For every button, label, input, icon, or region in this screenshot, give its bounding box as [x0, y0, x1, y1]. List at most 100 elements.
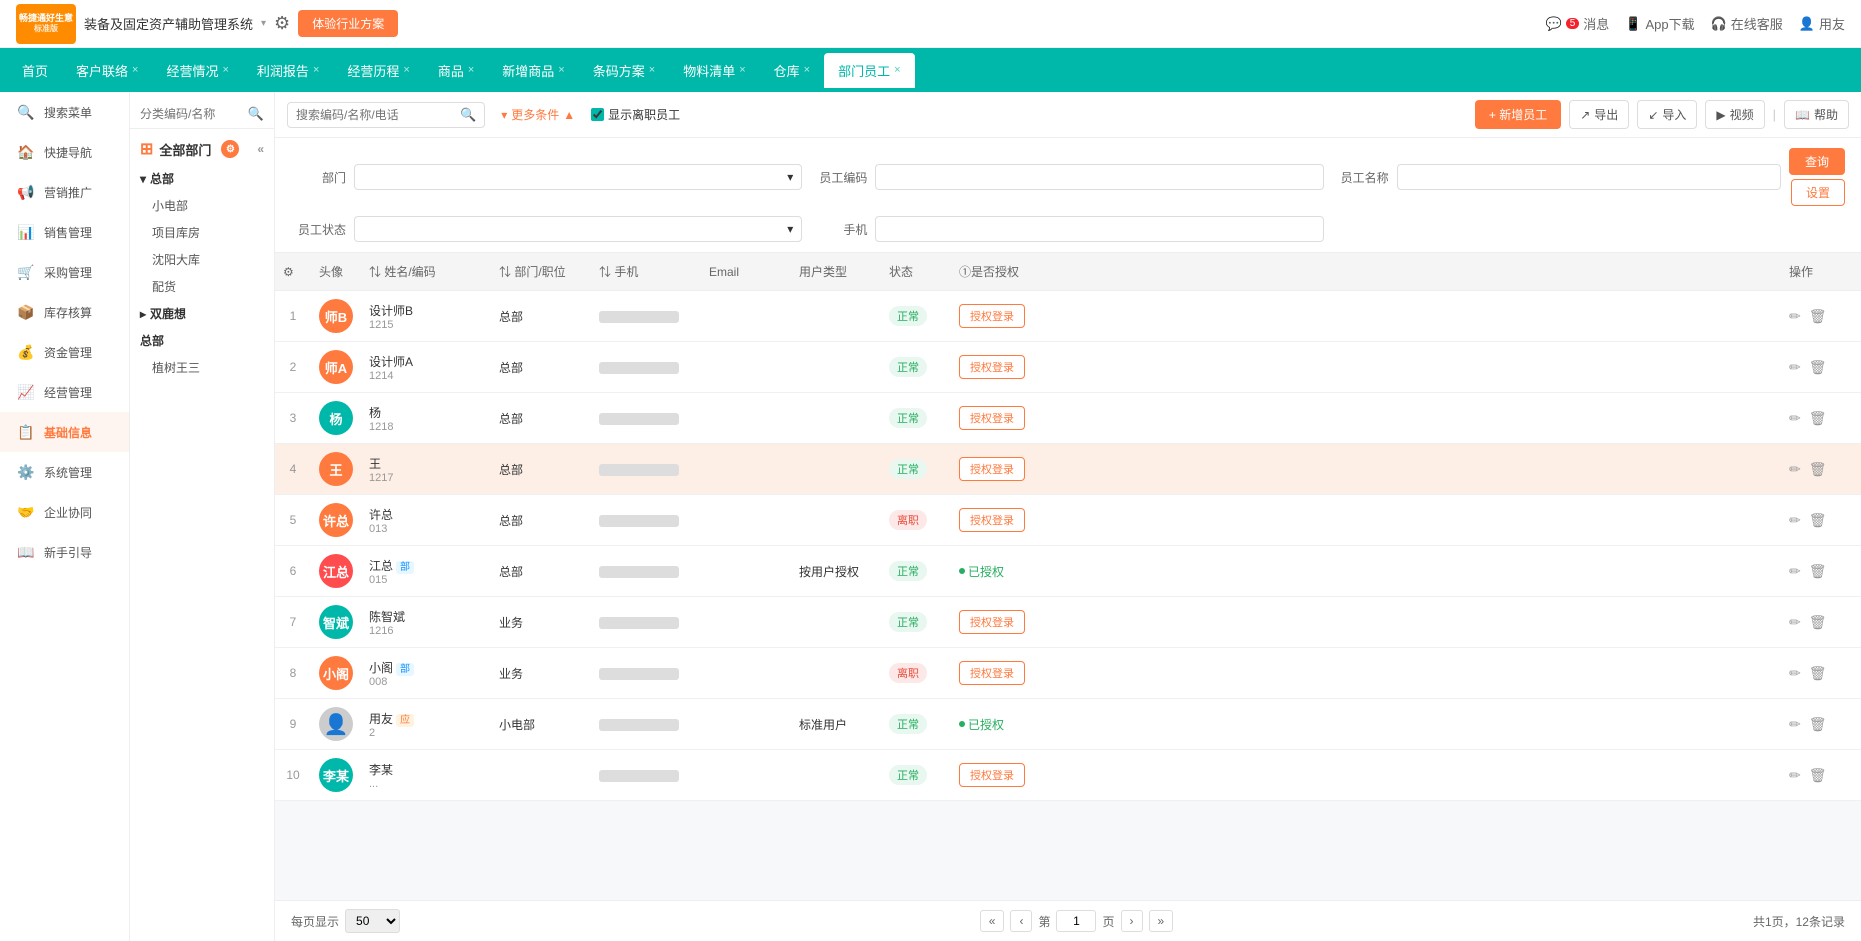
next-page-btn[interactable]: ›	[1121, 910, 1143, 932]
dept-search-input[interactable]	[140, 107, 248, 121]
sidebar-item-operations[interactable]: 📈 经营管理	[0, 372, 129, 412]
tab-operations[interactable]: 经营情况 ×	[152, 53, 242, 88]
view-button[interactable]: ▶ 视频	[1705, 100, 1764, 129]
sidebar-item-purchase[interactable]: 🛒 采购管理	[0, 252, 129, 292]
close-history-tab[interactable]: ×	[403, 64, 409, 76]
tab-bom[interactable]: 物料清单 ×	[669, 53, 759, 88]
prev-page-btn[interactable]: ‹	[1010, 910, 1032, 932]
show-resigned-checkbox[interactable]	[591, 108, 604, 121]
dept-tree-xiangmuku[interactable]: 项目库房	[130, 219, 274, 246]
edit-icon[interactable]: ✏	[1789, 308, 1801, 325]
edit-icon[interactable]: ✏	[1789, 665, 1801, 682]
settings-icon[interactable]: ⚙	[274, 13, 290, 34]
more-filters-btn[interactable]: ▾ 更多条件 ▲	[493, 102, 583, 127]
tab-profit[interactable]: 利润报告 ×	[243, 53, 333, 88]
delete-icon[interactable]: 🗑	[1809, 563, 1827, 580]
employee-search-icon[interactable]: 🔍	[460, 107, 476, 123]
edit-icon[interactable]: ✏	[1789, 614, 1801, 631]
help-button[interactable]: 📖 帮助	[1784, 100, 1849, 129]
first-page-btn[interactable]: «	[980, 910, 1005, 932]
close-bom-tab[interactable]: ×	[739, 64, 745, 76]
last-page-btn[interactable]: »	[1149, 910, 1174, 932]
close-customer-tab[interactable]: ×	[132, 64, 138, 76]
dept-tree-group-zonbu[interactable]: ▾ 总部	[130, 165, 274, 192]
sidebar-item-finance[interactable]: 💰 资金管理	[0, 332, 129, 372]
sidebar-item-sales[interactable]: 📊 销售管理	[0, 212, 129, 252]
dept-tree-xiaodibu[interactable]: 小电部	[130, 192, 274, 219]
tab-new-goods[interactable]: 新增商品 ×	[488, 53, 578, 88]
dept-all-button[interactable]: ⊞ 全部部门 ⚙ «	[130, 133, 274, 165]
close-operations-tab[interactable]: ×	[222, 64, 228, 76]
show-resigned-toggle[interactable]: 显示离职员工	[591, 106, 680, 123]
system-dropdown-arrow[interactable]: ▾	[261, 18, 266, 29]
dept-tree-shuangluxiang[interactable]: ▸ 双鹿想	[130, 300, 274, 327]
auth-button[interactable]: 授权登录	[959, 406, 1025, 430]
sidebar-item-basicinfo[interactable]: 📋 基础信息	[0, 412, 129, 452]
edit-icon[interactable]: ✏	[1789, 767, 1801, 784]
delete-icon[interactable]: 🗑	[1809, 410, 1827, 427]
auth-button[interactable]: 授权登录	[959, 661, 1025, 685]
delete-icon[interactable]: 🗑	[1809, 614, 1827, 631]
close-department-tab[interactable]: ×	[894, 64, 900, 76]
settings-button[interactable]: 设置	[1791, 179, 1845, 206]
user-avatar-area[interactable]: 👤 用友	[1799, 14, 1845, 33]
close-barcode-tab[interactable]: ×	[649, 64, 655, 76]
close-goods-tab[interactable]: ×	[468, 64, 474, 76]
trial-button[interactable]: 体验行业方案	[298, 10, 398, 37]
delete-icon[interactable]: 🗑	[1809, 767, 1827, 784]
dept-filter-select[interactable]: ▾	[354, 164, 802, 190]
page-number-input[interactable]	[1056, 910, 1096, 932]
auth-button[interactable]: 授权登录	[959, 508, 1025, 532]
tab-home[interactable]: 首页	[8, 53, 62, 88]
col-settings[interactable]: ⚙	[275, 253, 311, 291]
edit-icon[interactable]: ✏	[1789, 461, 1801, 478]
edit-icon[interactable]: ✏	[1789, 410, 1801, 427]
add-employee-button[interactable]: + 新增员工	[1475, 100, 1561, 129]
edit-icon[interactable]: ✏	[1789, 359, 1801, 376]
sidebar-item-collab[interactable]: 🤝 企业协同	[0, 492, 129, 532]
phone-filter-input[interactable]	[875, 216, 1323, 242]
delete-icon[interactable]: 🗑	[1809, 716, 1827, 733]
close-warehouse-tab[interactable]: ×	[804, 64, 810, 76]
search-button[interactable]: 查询	[1789, 148, 1845, 175]
delete-icon[interactable]: 🗑	[1809, 359, 1827, 376]
close-profit-tab[interactable]: ×	[313, 64, 319, 76]
empstatus-filter-select[interactable]: ▾	[354, 216, 802, 242]
import-button[interactable]: ↙ 导入	[1637, 100, 1697, 129]
sidebar-item-search[interactable]: 🔍 搜索菜单	[0, 92, 129, 132]
empname-filter-input[interactable]	[1397, 164, 1781, 190]
tab-department[interactable]: 部门员工 ×	[824, 53, 914, 88]
collapse-dept-icon[interactable]: «	[257, 142, 264, 156]
col-phone[interactable]: ⇅ 手机	[591, 253, 701, 291]
online-service-link[interactable]: 🎧 在线客服	[1711, 14, 1783, 33]
sidebar-item-marketing[interactable]: 📢 营销推广	[0, 172, 129, 212]
edit-icon[interactable]: ✏	[1789, 563, 1801, 580]
delete-icon[interactable]: 🗑	[1809, 512, 1827, 529]
edit-icon[interactable]: ✏	[1789, 716, 1801, 733]
message-icon-area[interactable]: 💬 5 消息	[1546, 14, 1610, 33]
app-download-link[interactable]: 📱 App下载	[1625, 14, 1694, 33]
col-name[interactable]: ⇅ 姓名/编码	[361, 253, 491, 291]
sidebar-item-system[interactable]: ⚙️ 系统管理	[0, 452, 129, 492]
sidebar-item-shortcut[interactable]: 🏠 快捷导航	[0, 132, 129, 172]
auth-button[interactable]: 授权登录	[959, 304, 1025, 328]
close-new-goods-tab[interactable]: ×	[558, 64, 564, 76]
dept-tree-peihuo[interactable]: 配货	[130, 273, 274, 300]
dept-tree-zonbu2[interactable]: 总部	[130, 327, 274, 354]
auth-button[interactable]: 授权登录	[959, 355, 1025, 379]
tab-history[interactable]: 经营历程 ×	[333, 53, 423, 88]
col-dept[interactable]: ⇅ 部门/职位	[491, 253, 591, 291]
export-button[interactable]: ↗ 导出	[1569, 100, 1629, 129]
dept-tree-shenyangdaku[interactable]: 沈阳大库	[130, 246, 274, 273]
auth-button[interactable]: 授权登录	[959, 457, 1025, 481]
edit-icon[interactable]: ✏	[1789, 512, 1801, 529]
sidebar-item-inventory[interactable]: 📦 库存核算	[0, 292, 129, 332]
auth-button[interactable]: 授权登录	[959, 610, 1025, 634]
delete-icon[interactable]: 🗑	[1809, 308, 1827, 325]
tab-goods[interactable]: 商品 ×	[424, 53, 488, 88]
delete-icon[interactable]: 🗑	[1809, 665, 1827, 682]
auth-button[interactable]: 授权登录	[959, 763, 1025, 787]
tab-customer[interactable]: 客户联络 ×	[62, 53, 152, 88]
per-page-select[interactable]: 50 20 100	[345, 909, 400, 933]
tab-warehouse[interactable]: 仓库 ×	[760, 53, 824, 88]
